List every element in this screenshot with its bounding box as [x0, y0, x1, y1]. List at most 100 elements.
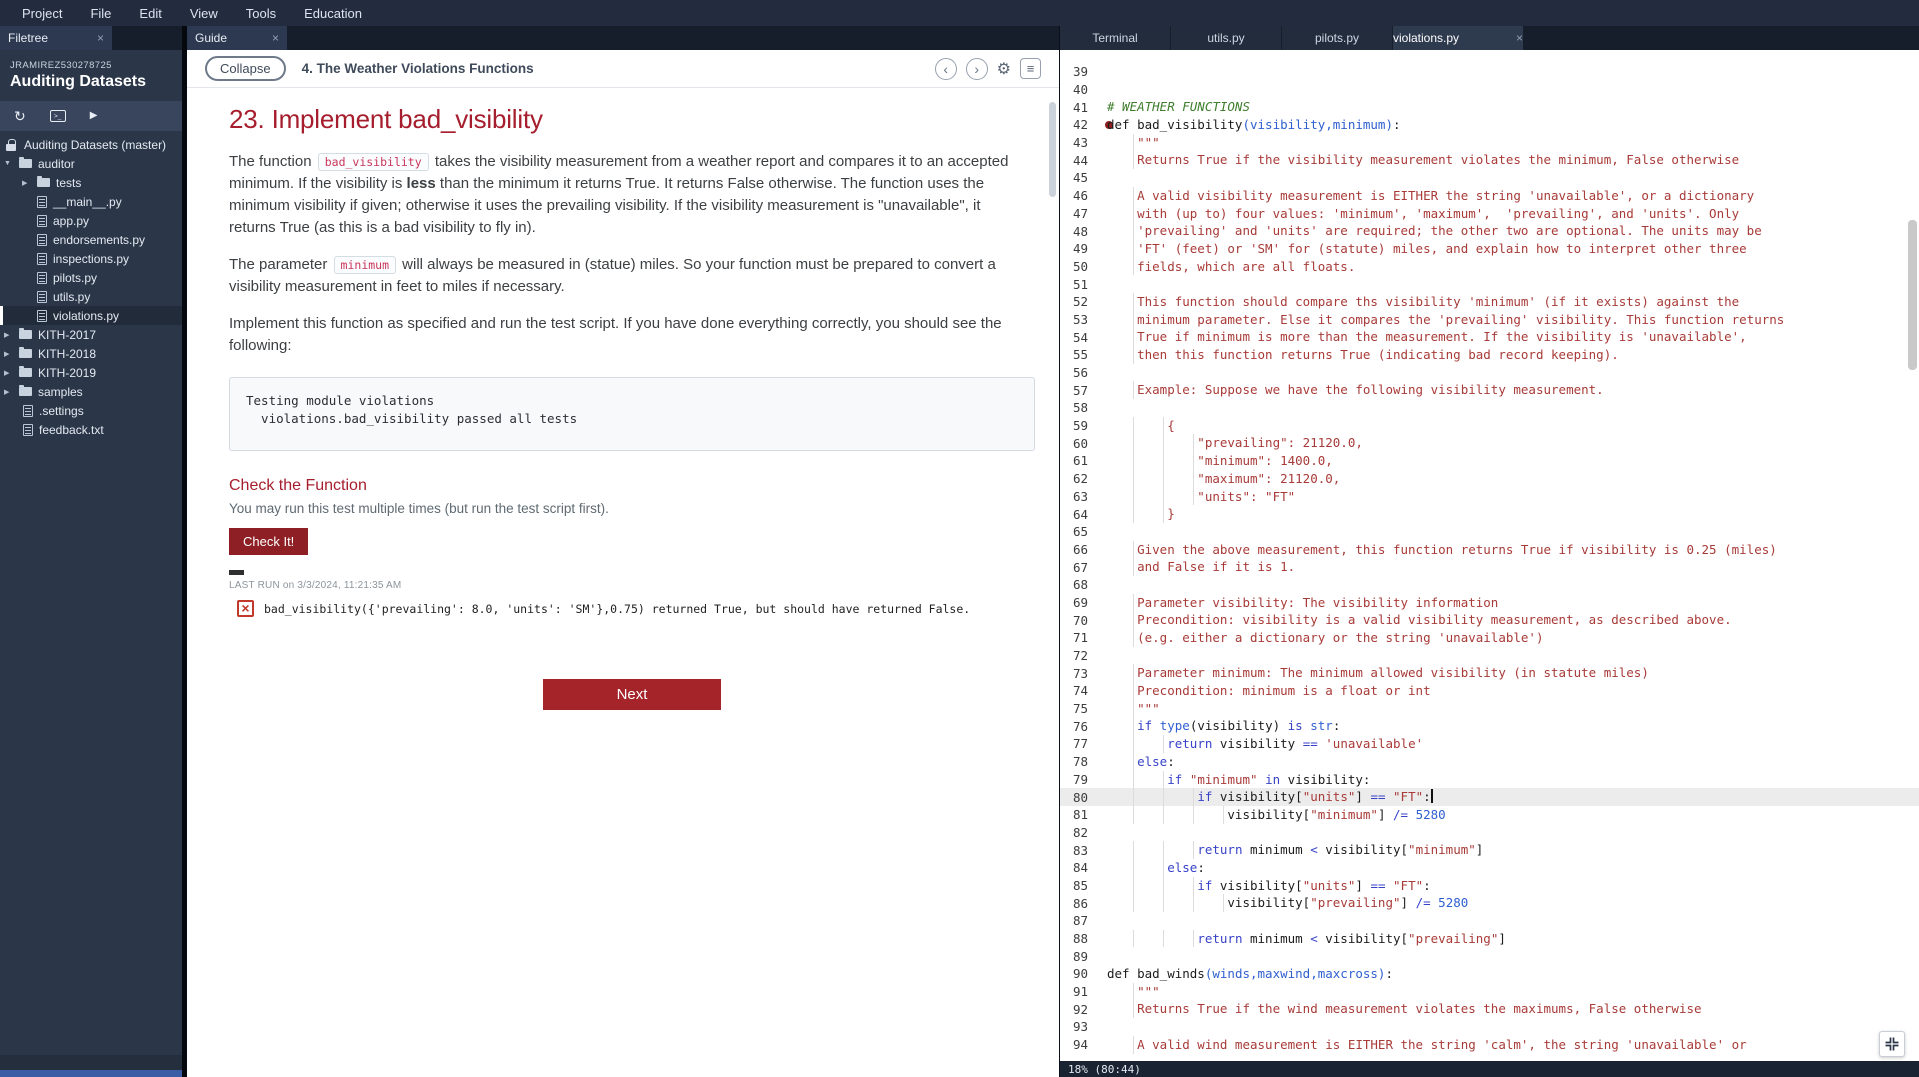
code-line-66[interactable]: 66 Given the above measurement, this fun…	[1060, 541, 1919, 559]
code-line-58[interactable]: 58	[1060, 399, 1919, 417]
code-line-84[interactable]: 84 else:	[1060, 859, 1919, 877]
code-line-59[interactable]: 59 {	[1060, 417, 1919, 435]
code-line-55[interactable]: 55 then this function returns True (indi…	[1060, 346, 1919, 364]
tab-utils-py[interactable]: utils.py	[1171, 26, 1281, 50]
code-line-91[interactable]: 91 """	[1060, 983, 1919, 1001]
code-line-85[interactable]: 85 if visibility["units"] == "FT":	[1060, 877, 1919, 895]
menu-item-file[interactable]: File	[90, 6, 111, 21]
guide-scrollbar[interactable]	[1049, 102, 1056, 197]
code-line-61[interactable]: 61 "minimum": 1400.0,	[1060, 452, 1919, 470]
code-line-68[interactable]: 68	[1060, 576, 1919, 594]
tab-filetree[interactable]: Filetree ×	[0, 26, 112, 50]
code-line-43[interactable]: 43 """	[1060, 134, 1919, 152]
run-icon[interactable]: ▶	[90, 111, 98, 121]
code-line-67[interactable]: 67 and False if it is 1.	[1060, 558, 1919, 576]
close-icon[interactable]: ×	[1516, 31, 1523, 45]
collapse-button[interactable]: Collapse	[205, 56, 286, 81]
code-line-71[interactable]: 71 (e.g. either a dictionary or the stri…	[1060, 629, 1919, 647]
code-line-62[interactable]: 62 "maximum": 21120.0,	[1060, 470, 1919, 488]
tree-item-settings[interactable]: .settings	[0, 401, 182, 420]
menu-icon[interactable]: ≡	[1020, 58, 1041, 79]
code-line-44[interactable]: 44 Returns True if the visibility measur…	[1060, 151, 1919, 169]
tree-item-auditing-datasets-master[interactable]: Auditing Datasets (master)	[0, 135, 182, 154]
next-page-button[interactable]: ›	[966, 58, 988, 80]
code-line-56[interactable]: 56	[1060, 364, 1919, 382]
console-icon[interactable]: >_	[50, 110, 66, 122]
code-line-65[interactable]: 65	[1060, 523, 1919, 541]
code-line-83[interactable]: 83 return minimum < visibility["minimum"…	[1060, 841, 1919, 859]
tree-item-kith-2017[interactable]: ▶KITH-2017	[0, 325, 182, 344]
code-line-69[interactable]: 69 Parameter visibility: The visibility …	[1060, 594, 1919, 612]
code-line-64[interactable]: 64 }	[1060, 505, 1919, 523]
code-line-52[interactable]: 52 This function should compare ths visi…	[1060, 293, 1919, 311]
code-line-88[interactable]: 88 return minimum < visibility["prevaili…	[1060, 930, 1919, 948]
code-line-76[interactable]: 76 if type(visibility) is str:	[1060, 717, 1919, 735]
chevron-right-icon[interactable]: ▶	[4, 350, 13, 358]
close-icon[interactable]: ×	[97, 31, 104, 45]
code-line-70[interactable]: 70 Precondition: visibility is a valid v…	[1060, 611, 1919, 629]
code-line-50[interactable]: 50 fields, which are all floats.	[1060, 258, 1919, 276]
tab-pilots-py[interactable]: pilots.py	[1282, 26, 1392, 50]
chevron-right-icon[interactable]: ▶	[4, 331, 13, 339]
code-line-40[interactable]: 40	[1060, 81, 1919, 99]
code-line-51[interactable]: 51	[1060, 275, 1919, 293]
tree-item-app-py[interactable]: app.py	[0, 211, 182, 230]
code-line-54[interactable]: 54 True if minimum is more than the meas…	[1060, 328, 1919, 346]
code-line-90[interactable]: 90def bad_winds(winds,maxwind,maxcross):	[1060, 965, 1919, 983]
chevron-right-icon[interactable]: ▶	[4, 388, 13, 396]
prev-page-button[interactable]: ‹	[935, 58, 957, 80]
code-line-47[interactable]: 47 with (up to) four values: 'minimum', …	[1060, 205, 1919, 223]
menu-item-project[interactable]: Project	[22, 6, 62, 21]
menu-item-view[interactable]: View	[190, 6, 218, 21]
code-line-49[interactable]: 49 'FT' (feet) or 'SM' for (statute) mil…	[1060, 240, 1919, 258]
code-line-72[interactable]: 72	[1060, 647, 1919, 665]
tab-violations-py[interactable]: violations.py×	[1393, 26, 1523, 50]
code-line-81[interactable]: 81 visibility["minimum"] /= 5280	[1060, 806, 1919, 824]
code-line-89[interactable]: 89	[1060, 947, 1919, 965]
tree-item-auditor[interactable]: ▼auditor	[0, 154, 182, 173]
code-line-82[interactable]: 82	[1060, 824, 1919, 842]
code-line-48[interactable]: 48 'prevailing' and 'units' are required…	[1060, 222, 1919, 240]
code-line-41[interactable]: 41# WEATHER FUNCTIONS	[1060, 98, 1919, 116]
tree-item-kith-2018[interactable]: ▶KITH-2018	[0, 344, 182, 363]
chevron-right-icon[interactable]: ▶	[4, 369, 13, 377]
code-line-86[interactable]: 86 visibility["prevailing"] /= 5280	[1060, 894, 1919, 912]
code-editor[interactable]: 394041# WEATHER FUNCTIONS42def bad_visib…	[1060, 50, 1919, 1061]
tree-item-main-py[interactable]: __main__.py	[0, 192, 182, 211]
code-line-57[interactable]: 57 Example: Suppose we have the followin…	[1060, 381, 1919, 399]
next-button[interactable]: Next	[543, 679, 721, 710]
chevron-down-icon[interactable]: ▼	[4, 160, 13, 167]
code-line-92[interactable]: 92 Returns True if the wind measurement …	[1060, 1000, 1919, 1018]
menu-item-tools[interactable]: Tools	[246, 6, 276, 21]
code-line-73[interactable]: 73 Parameter minimum: The minimum allowe…	[1060, 664, 1919, 682]
code-line-79[interactable]: 79 if "minimum" in visibility:	[1060, 771, 1919, 789]
code-line-87[interactable]: 87	[1060, 912, 1919, 930]
code-line-94[interactable]: 94 A valid wind measurement is EITHER th…	[1060, 1036, 1919, 1054]
tree-item-samples[interactable]: ▶samples	[0, 382, 182, 401]
chevron-right-icon[interactable]: ▶	[22, 179, 31, 187]
sidebar-scrollbar[interactable]	[0, 1070, 182, 1077]
code-line-53[interactable]: 53 minimum parameter. Else it compares t…	[1060, 311, 1919, 329]
tree-item-pilots-py[interactable]: pilots.py	[0, 268, 182, 287]
tab-terminal[interactable]: Terminal	[1060, 26, 1170, 50]
tree-item-kith-2019[interactable]: ▶KITH-2019	[0, 363, 182, 382]
tree-item-inspections-py[interactable]: inspections.py	[0, 249, 182, 268]
tree-item-endorsements-py[interactable]: endorsements.py	[0, 230, 182, 249]
menu-item-edit[interactable]: Edit	[139, 6, 161, 21]
tab-guide[interactable]: Guide ×	[187, 26, 287, 50]
refresh-icon[interactable]: ↻	[14, 109, 26, 123]
tree-item-utils-py[interactable]: utils.py	[0, 287, 182, 306]
code-line-75[interactable]: 75 """	[1060, 700, 1919, 718]
code-line-63[interactable]: 63 "units": "FT"	[1060, 488, 1919, 506]
gear-icon[interactable]: ⚙	[997, 59, 1011, 79]
code-line-42[interactable]: 42def bad_visibility(visibility,minimum)…	[1060, 116, 1919, 134]
code-line-93[interactable]: 93	[1060, 1018, 1919, 1036]
tree-item-feedback-txt[interactable]: feedback.txt	[0, 420, 182, 439]
code-line-60[interactable]: 60 "prevailing": 21120.0,	[1060, 434, 1919, 452]
tree-item-tests[interactable]: ▶tests	[0, 173, 182, 192]
code-line-77[interactable]: 77 return visibility == 'unavailable'	[1060, 735, 1919, 753]
code-line-39[interactable]: 39	[1060, 63, 1919, 81]
close-icon[interactable]: ×	[272, 31, 279, 45]
code-line-78[interactable]: 78 else:	[1060, 753, 1919, 771]
tree-item-violations-py[interactable]: violations.py	[0, 306, 182, 325]
